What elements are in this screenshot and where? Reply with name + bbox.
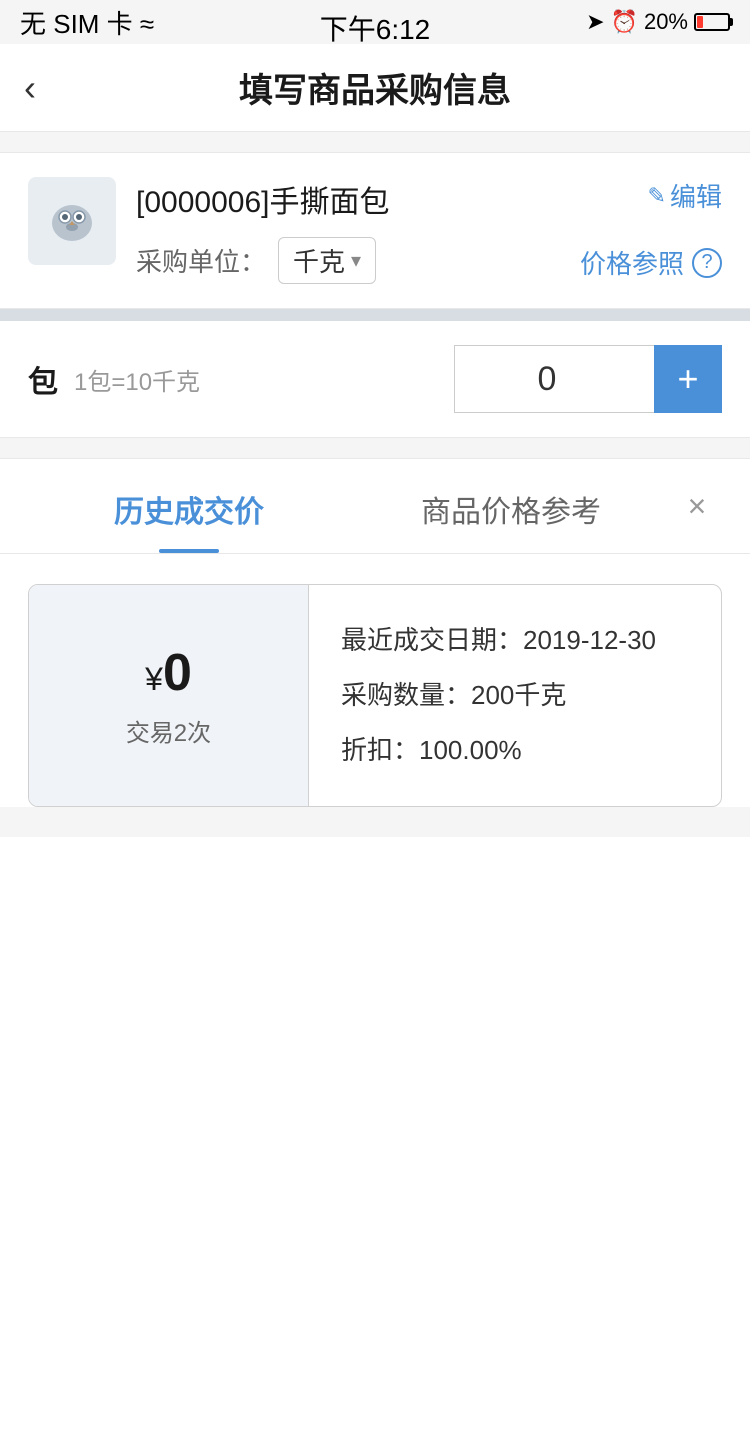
alarm-icon: ⏰	[611, 9, 638, 35]
carrier-text: 无 SIM 卡 ≈	[20, 4, 154, 41]
product-header: [0000006]手撕面包 采购单位： 千克 ▾ ✎ 编辑 价格参照 ?	[28, 177, 722, 284]
recent-date-value: 2019-12-30	[523, 625, 656, 655]
product-unit-row: 采购单位： 千克 ▾	[136, 237, 580, 284]
battery-icon	[694, 13, 730, 31]
tabs-section: 历史成交价 商品价格参考 × ¥0 交易2次 最近成交日期：2019-12-30…	[0, 458, 750, 807]
status-icons: ➤ ⏰ 20%	[586, 9, 730, 35]
product-card: [0000006]手撕面包 采购单位： 千克 ▾ ✎ 编辑 价格参照 ?	[0, 152, 750, 309]
tab-price-reference[interactable]: 商品价格参考	[350, 459, 672, 553]
unit-value: 千克	[293, 242, 345, 279]
price-symbol: ¥	[145, 661, 163, 697]
battery-percent: 20%	[644, 9, 688, 35]
status-bar: 无 SIM 卡 ≈ 下午6:12 ➤ ⏰ 20%	[0, 0, 750, 44]
price-value: ¥0	[145, 643, 192, 703]
purchase-quantity-value: 200千克	[471, 680, 566, 710]
discount-label: 折扣：	[341, 735, 419, 765]
purchase-quantity-label: 采购数量：	[341, 680, 471, 710]
quantity-unit-label: 包	[28, 357, 58, 401]
tab-history-price[interactable]: 历史成交价	[28, 459, 350, 553]
quantity-input-group: +	[454, 345, 722, 413]
price-ref-row: 价格参照 ?	[580, 244, 722, 281]
purchase-quantity-row: 采购数量：200千克	[341, 676, 689, 715]
discount-value: 100.00%	[419, 735, 522, 765]
back-button[interactable]: ‹	[24, 67, 36, 109]
recent-date-row: 最近成交日期：2019-12-30	[341, 621, 689, 660]
price-transactions: 交易2次	[126, 713, 211, 748]
location-icon: ➤	[586, 9, 604, 35]
recent-date-label: 最近成交日期：	[341, 625, 523, 655]
quantity-input[interactable]	[454, 345, 654, 413]
edit-button[interactable]: ✎ 编辑	[648, 177, 722, 214]
quantity-row: 包 1包=10千克 +	[0, 321, 750, 438]
dropdown-arrow-icon: ▾	[351, 248, 361, 273]
help-icon[interactable]: ?	[692, 248, 722, 278]
quantity-left: 包 1包=10千克	[28, 357, 200, 401]
gray-divider	[0, 309, 750, 321]
quantity-unit-note: 1包=10千克	[74, 362, 200, 397]
nav-bar: ‹ 填写商品采购信息	[0, 44, 750, 132]
price-ref-button[interactable]: 价格参照	[580, 244, 684, 281]
product-details: [0000006]手撕面包 采购单位： 千克 ▾	[136, 177, 580, 284]
empty-area	[0, 837, 750, 1437]
page-title: 填写商品采购信息	[239, 63, 511, 112]
unit-selector[interactable]: 千克 ▾	[278, 237, 376, 284]
product-thumbnail	[28, 177, 116, 265]
tab-close-button[interactable]: ×	[672, 481, 722, 531]
edit-icon: ✎	[648, 183, 666, 209]
price-card: ¥0 交易2次 最近成交日期：2019-12-30 采购数量：200千克 折扣：…	[28, 584, 722, 807]
tabs-header: 历史成交价 商品价格参考 ×	[0, 459, 750, 554]
product-logo-icon	[42, 191, 102, 251]
product-name: [0000006]手撕面包	[136, 177, 580, 221]
discount-row: 折扣：100.00%	[341, 731, 689, 770]
price-card-right: 最近成交日期：2019-12-30 采购数量：200千克 折扣：100.00%	[309, 585, 721, 806]
price-number: 0	[163, 644, 192, 702]
product-info: [0000006]手撕面包 采购单位： 千克 ▾	[28, 177, 580, 284]
price-card-left: ¥0 交易2次	[29, 585, 309, 806]
quantity-plus-button[interactable]: +	[654, 345, 722, 413]
unit-label: 采购单位：	[136, 242, 266, 279]
status-time: 下午6:12	[320, 8, 431, 48]
edit-label: 编辑	[670, 177, 722, 214]
